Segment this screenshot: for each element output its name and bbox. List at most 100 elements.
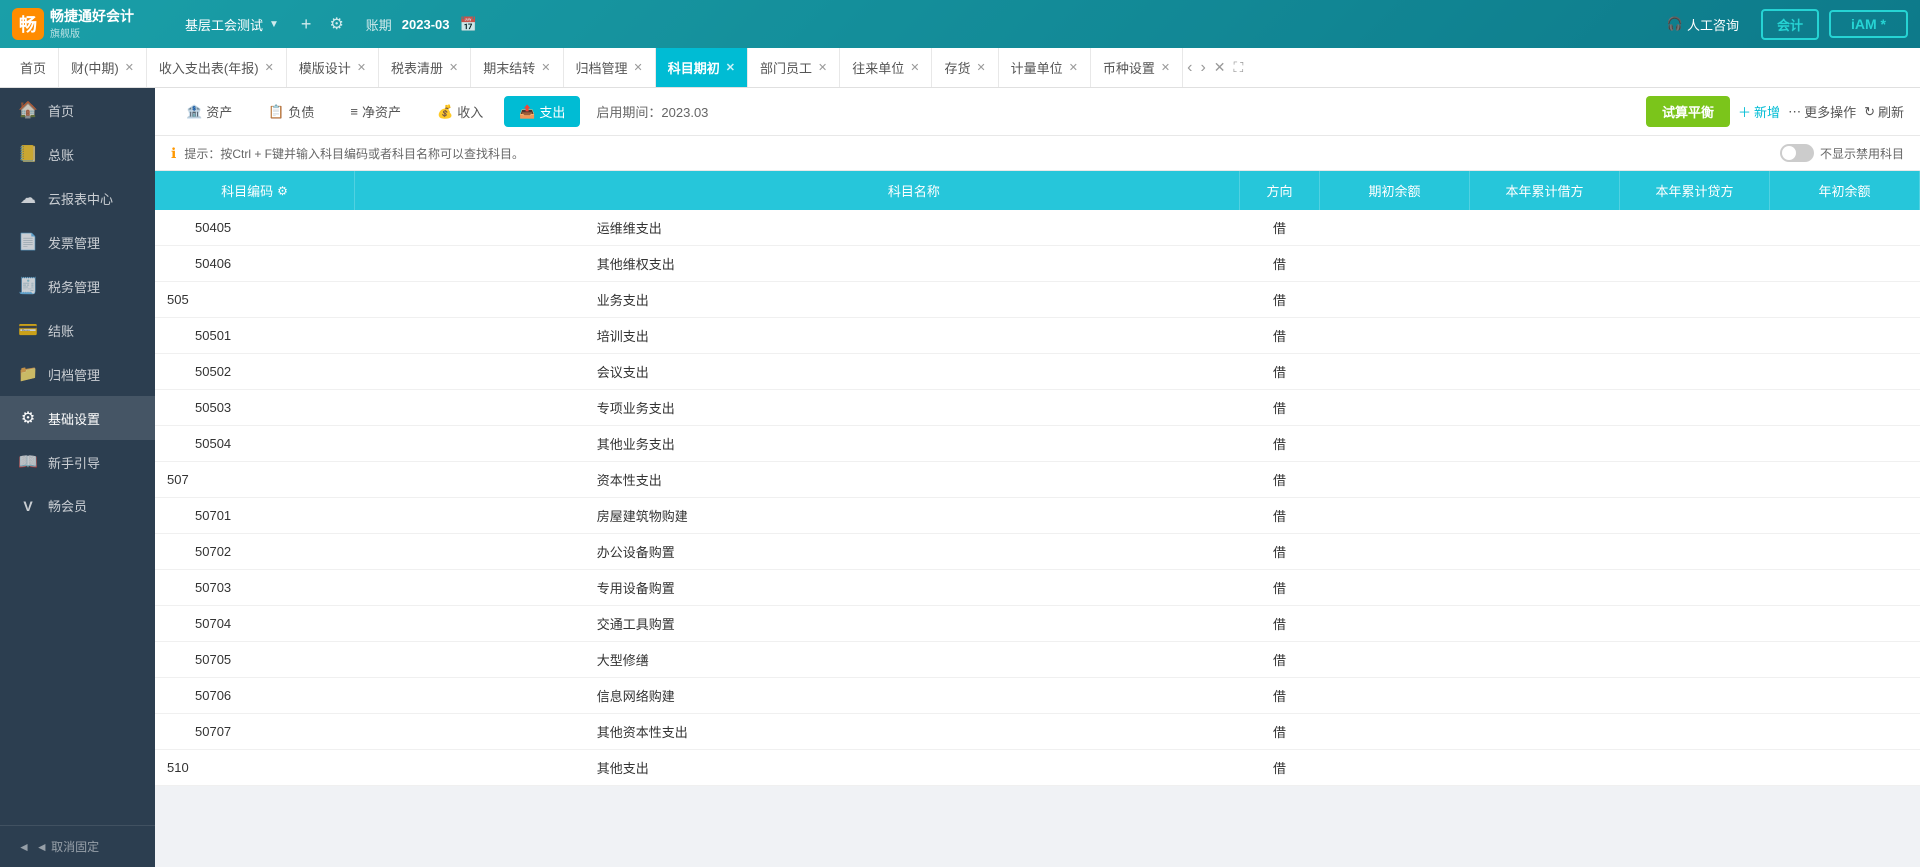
- table-row[interactable]: 50705大型修缮借: [155, 642, 1920, 678]
- column-settings-icon[interactable]: ⚙: [277, 184, 288, 198]
- tab-close-icon[interactable]: ✕: [265, 61, 274, 74]
- hint-text: 提示：按Ctrl + F键并输入科目编码或者科目名称可以查找科目。: [184, 145, 1772, 162]
- toggle-knob: [1782, 146, 1796, 160]
- subtab-liability[interactable]: 📋 负债: [253, 96, 329, 127]
- subtab-expenditure[interactable]: 📤 支出: [504, 96, 580, 127]
- toolbar-row: ℹ 提示：按Ctrl + F键并输入科目编码或者科目名称可以查找科目。 不显示禁…: [155, 136, 1920, 171]
- tab-template[interactable]: 模版设计 ✕: [287, 48, 379, 88]
- table-row[interactable]: 50706信息网络购建借: [155, 678, 1920, 714]
- tab-home[interactable]: 首页: [8, 48, 59, 88]
- sidebar-item-settlement[interactable]: 💳 结账: [0, 308, 155, 352]
- table-row[interactable]: 50703专用设备购置借: [155, 570, 1920, 606]
- add-company-button[interactable]: +: [297, 14, 316, 35]
- cell-year-balance: [1770, 462, 1920, 498]
- table-row[interactable]: 507资本性支出借: [155, 462, 1920, 498]
- cell-year-balance: [1770, 606, 1920, 642]
- sidebar-item-reports[interactable]: ☁ 云报表中心: [0, 176, 155, 220]
- toggle-control[interactable]: [1780, 144, 1814, 162]
- cell-code: 50503: [155, 390, 589, 426]
- tab-close-icon[interactable]: ✕: [1161, 61, 1170, 74]
- tab-close-icon[interactable]: ✕: [541, 61, 550, 74]
- tab-close-all-icon[interactable]: ✕: [1210, 59, 1230, 76]
- cell-ytd-debit: [1470, 714, 1620, 750]
- tab-nav-right-icon[interactable]: ›: [1196, 59, 1209, 77]
- cell-name: 其他业务支出: [589, 426, 1240, 462]
- tab-currency[interactable]: 币种设置 ✕: [1091, 48, 1183, 88]
- cell-year-balance: [1770, 282, 1920, 318]
- tab-close-icon[interactable]: ✕: [357, 61, 366, 74]
- tab-close-icon[interactable]: ✕: [818, 61, 827, 74]
- sidebar-item-member[interactable]: V 畅会员: [0, 484, 155, 527]
- subtab-asset[interactable]: 🏦 资产: [171, 96, 247, 127]
- table-row[interactable]: 50701房屋建筑物购建借: [155, 498, 1920, 534]
- tab-subject-init[interactable]: 科目期初 ✕: [656, 48, 748, 88]
- cell-ytd-debit: [1470, 390, 1620, 426]
- tab-finance-mid[interactable]: 财(中期) ✕: [59, 48, 147, 88]
- table-row[interactable]: 50504其他业务支出借: [155, 426, 1920, 462]
- table-row[interactable]: 50502会议支出借: [155, 354, 1920, 390]
- sidebar-item-archive[interactable]: 📁 归档管理: [0, 352, 155, 396]
- table-row[interactable]: 50704交通工具购置借: [155, 606, 1920, 642]
- tab-close-icon[interactable]: ✕: [634, 61, 643, 74]
- human-consult-button[interactable]: 🎧 人工咨询: [1667, 15, 1739, 34]
- account-button[interactable]: 会计: [1761, 9, 1819, 40]
- tab-close-icon[interactable]: ✕: [726, 61, 735, 74]
- table-row[interactable]: 510其他支出借: [155, 750, 1920, 786]
- settings-icon[interactable]: ⚙: [325, 14, 347, 34]
- tax-icon: 🧾: [18, 276, 38, 296]
- sidebar-item-ledger[interactable]: 📒 总账: [0, 132, 155, 176]
- company-selector[interactable]: 基层工会测试 ▼: [177, 11, 287, 38]
- table-row[interactable]: 50501培训支出借: [155, 318, 1920, 354]
- table-row[interactable]: 50707其他资本性支出借: [155, 714, 1920, 750]
- tab-nav-left-icon[interactable]: ‹: [1183, 59, 1196, 77]
- table-row[interactable]: 50406其他维权支出借: [155, 246, 1920, 282]
- add-button[interactable]: ＋ 新增: [1738, 102, 1780, 121]
- toggle-disabled-subjects[interactable]: 不显示禁用科目: [1780, 144, 1904, 162]
- tab-transactions[interactable]: 往来单位 ✕: [840, 48, 932, 88]
- calendar-icon[interactable]: 📅: [460, 16, 477, 33]
- tab-expand-icon[interactable]: ⛶: [1230, 59, 1248, 76]
- tab-close-icon[interactable]: ✕: [125, 61, 134, 74]
- cell-ytd-debit: [1470, 678, 1620, 714]
- sidebar-item-home[interactable]: 🏠 首页: [0, 88, 155, 132]
- subtab-net-asset[interactable]: ≡ 净资产: [335, 96, 416, 127]
- sidebar-item-settings[interactable]: ⚙ 基础设置: [0, 396, 155, 440]
- table-container[interactable]: 科目编码 ⚙ 科目名称 方向 期初余额 本年累计借方 本年累计贷方 年初余额 5…: [155, 171, 1920, 867]
- cell-code: 50705: [155, 642, 589, 678]
- refresh-button[interactable]: ↻ 刷新: [1864, 102, 1904, 121]
- cell-period-balance: [1320, 426, 1470, 462]
- tab-inventory[interactable]: 存货 ✕: [932, 48, 998, 88]
- action-bar-right: 试算平衡 ＋ 新增 ⋯ 更多操作 ↻ 刷新: [1646, 96, 1904, 127]
- sidebar-item-guide[interactable]: 📖 新手引导: [0, 440, 155, 484]
- table-row[interactable]: 505业务支出借: [155, 282, 1920, 318]
- tab-close-icon[interactable]: ✕: [976, 61, 985, 74]
- table-row[interactable]: 50405运维维支出借: [155, 210, 1920, 246]
- cell-year-balance: [1770, 714, 1920, 750]
- clipboard-icon: 📋: [268, 104, 284, 120]
- tab-period-end[interactable]: 期末结转 ✕: [471, 48, 563, 88]
- tab-close-icon[interactable]: ✕: [449, 61, 458, 74]
- cell-name: 信息网络购建: [589, 678, 1240, 714]
- sidebar-item-invoice[interactable]: 📄 发票管理: [0, 220, 155, 264]
- more-actions-button[interactable]: ⋯ 更多操作: [1788, 102, 1856, 121]
- tab-uom[interactable]: 计量单位 ✕: [999, 48, 1091, 88]
- subtab-income[interactable]: 💰 收入: [422, 96, 498, 127]
- sidebar-item-tax[interactable]: 🧾 税务管理: [0, 264, 155, 308]
- table-row[interactable]: 50702办公设备购置借: [155, 534, 1920, 570]
- tab-income-annual[interactable]: 收入支出表(年报) ✕: [147, 48, 287, 88]
- th-year-balance: 年初余额: [1770, 171, 1920, 210]
- tab-close-icon[interactable]: ✕: [910, 61, 919, 74]
- tab-dept-staff[interactable]: 部门员工 ✕: [748, 48, 840, 88]
- table-row[interactable]: 50503专项业务支出借: [155, 390, 1920, 426]
- cell-ytd-credit: [1620, 390, 1770, 426]
- sidebar-collapse-button[interactable]: ◄ ◄ 取消固定: [0, 825, 155, 867]
- iam-button[interactable]: iAM *: [1829, 10, 1908, 38]
- guide-icon: 📖: [18, 452, 38, 472]
- tab-archive-mgmt[interactable]: 归档管理 ✕: [564, 48, 656, 88]
- cell-direction: 借: [1240, 570, 1320, 606]
- cell-ytd-debit: [1470, 750, 1620, 786]
- tab-close-icon[interactable]: ✕: [1069, 61, 1078, 74]
- cell-name: 专用设备购置: [589, 570, 1240, 606]
- tab-tax[interactable]: 税表清册 ✕: [379, 48, 471, 88]
- calc-balance-button[interactable]: 试算平衡: [1646, 96, 1730, 127]
